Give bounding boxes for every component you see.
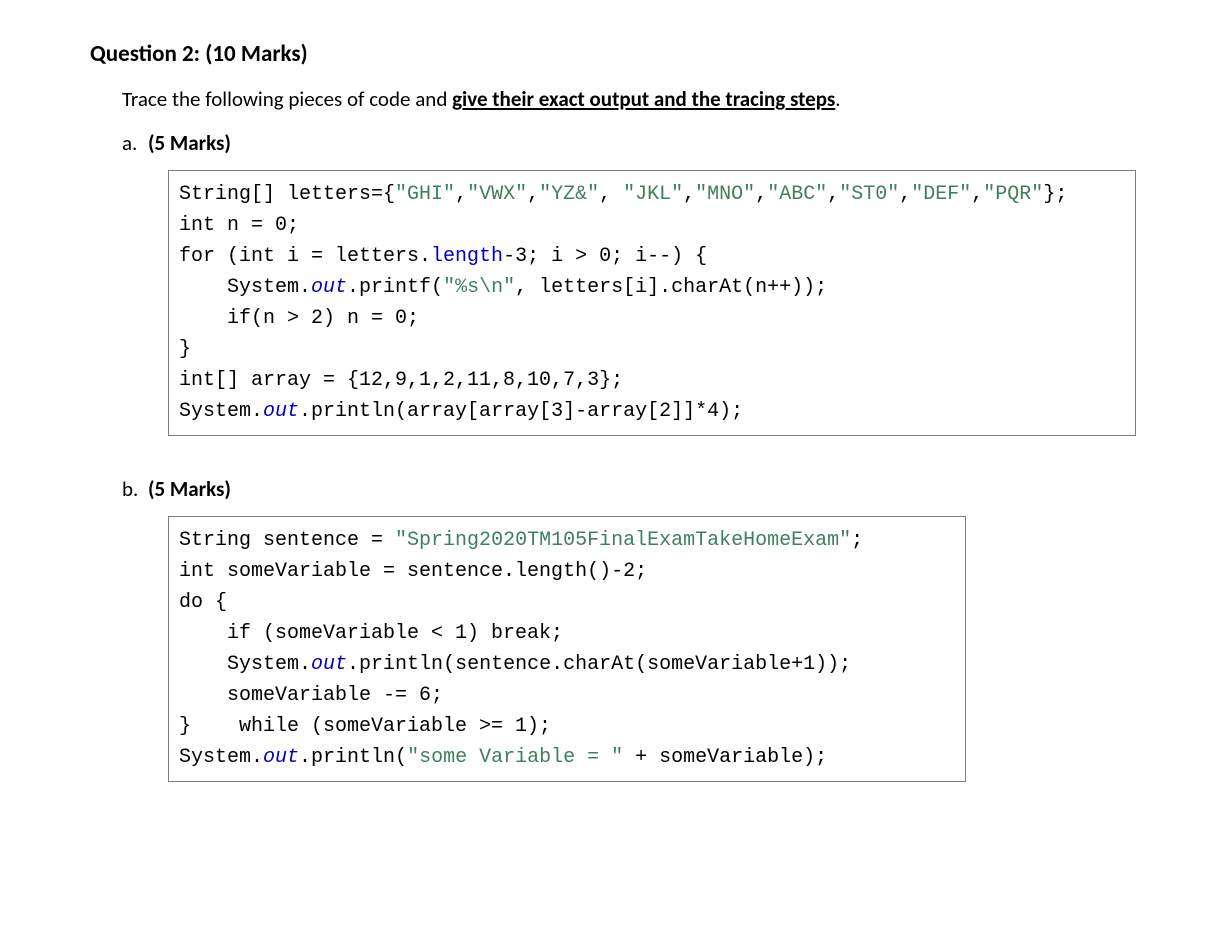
code-line: if (someVariable < 1) break; (179, 622, 563, 645)
question-heading: Question 2: (10 Marks) (90, 40, 1136, 68)
code-box-b: String sentence = "Spring2020TM105FinalE… (168, 516, 966, 782)
code-line: } while (someVariable >= 1); (179, 715, 551, 738)
code-line: } (179, 338, 191, 361)
code-line: System.out.println(array[array[3]-array[… (179, 400, 743, 423)
part-b-label: b.(5 Marks) (122, 476, 1136, 502)
code-line: System.out.printf("%s\n", letters[i].cha… (179, 276, 827, 299)
instruction-text-post: . (835, 86, 840, 112)
code-line: String sentence = "Spring2020TM105FinalE… (179, 529, 863, 552)
code-box-a: String[] letters={"GHI","VWX","YZ&", "JK… (168, 170, 1136, 436)
code-line: String[] letters={"GHI","VWX","YZ&", "JK… (179, 183, 1067, 206)
code-line: someVariable -= 6; (179, 684, 443, 707)
document-page: Question 2: (10 Marks) Trace the followi… (0, 0, 1226, 862)
code-line: int n = 0; (179, 214, 299, 237)
part-a-label: a.(5 Marks) (122, 130, 1136, 156)
part-a-marks: (5 Marks) (148, 130, 231, 156)
code-line: System.out.println("some Variable = " + … (179, 746, 827, 769)
instruction-text-pre: Trace the following pieces of code and (122, 86, 452, 112)
part-a-letter: a. (122, 130, 148, 156)
code-line: int[] array = {12,9,1,2,11,8,10,7,3}; (179, 369, 623, 392)
code-line: do { (179, 591, 227, 614)
part-b-letter: b. (122, 476, 148, 502)
code-line: if(n > 2) n = 0; (179, 307, 419, 330)
question-instruction: Trace the following pieces of code and g… (122, 86, 1136, 112)
part-b-marks: (5 Marks) (148, 476, 231, 502)
instruction-text-underline: give their exact output and the tracing … (452, 86, 835, 112)
code-line: int someVariable = sentence.length()-2; (179, 560, 647, 583)
code-line: for (int i = letters.length-3; i > 0; i-… (179, 245, 707, 268)
code-line: System.out.println(sentence.charAt(someV… (179, 653, 851, 676)
